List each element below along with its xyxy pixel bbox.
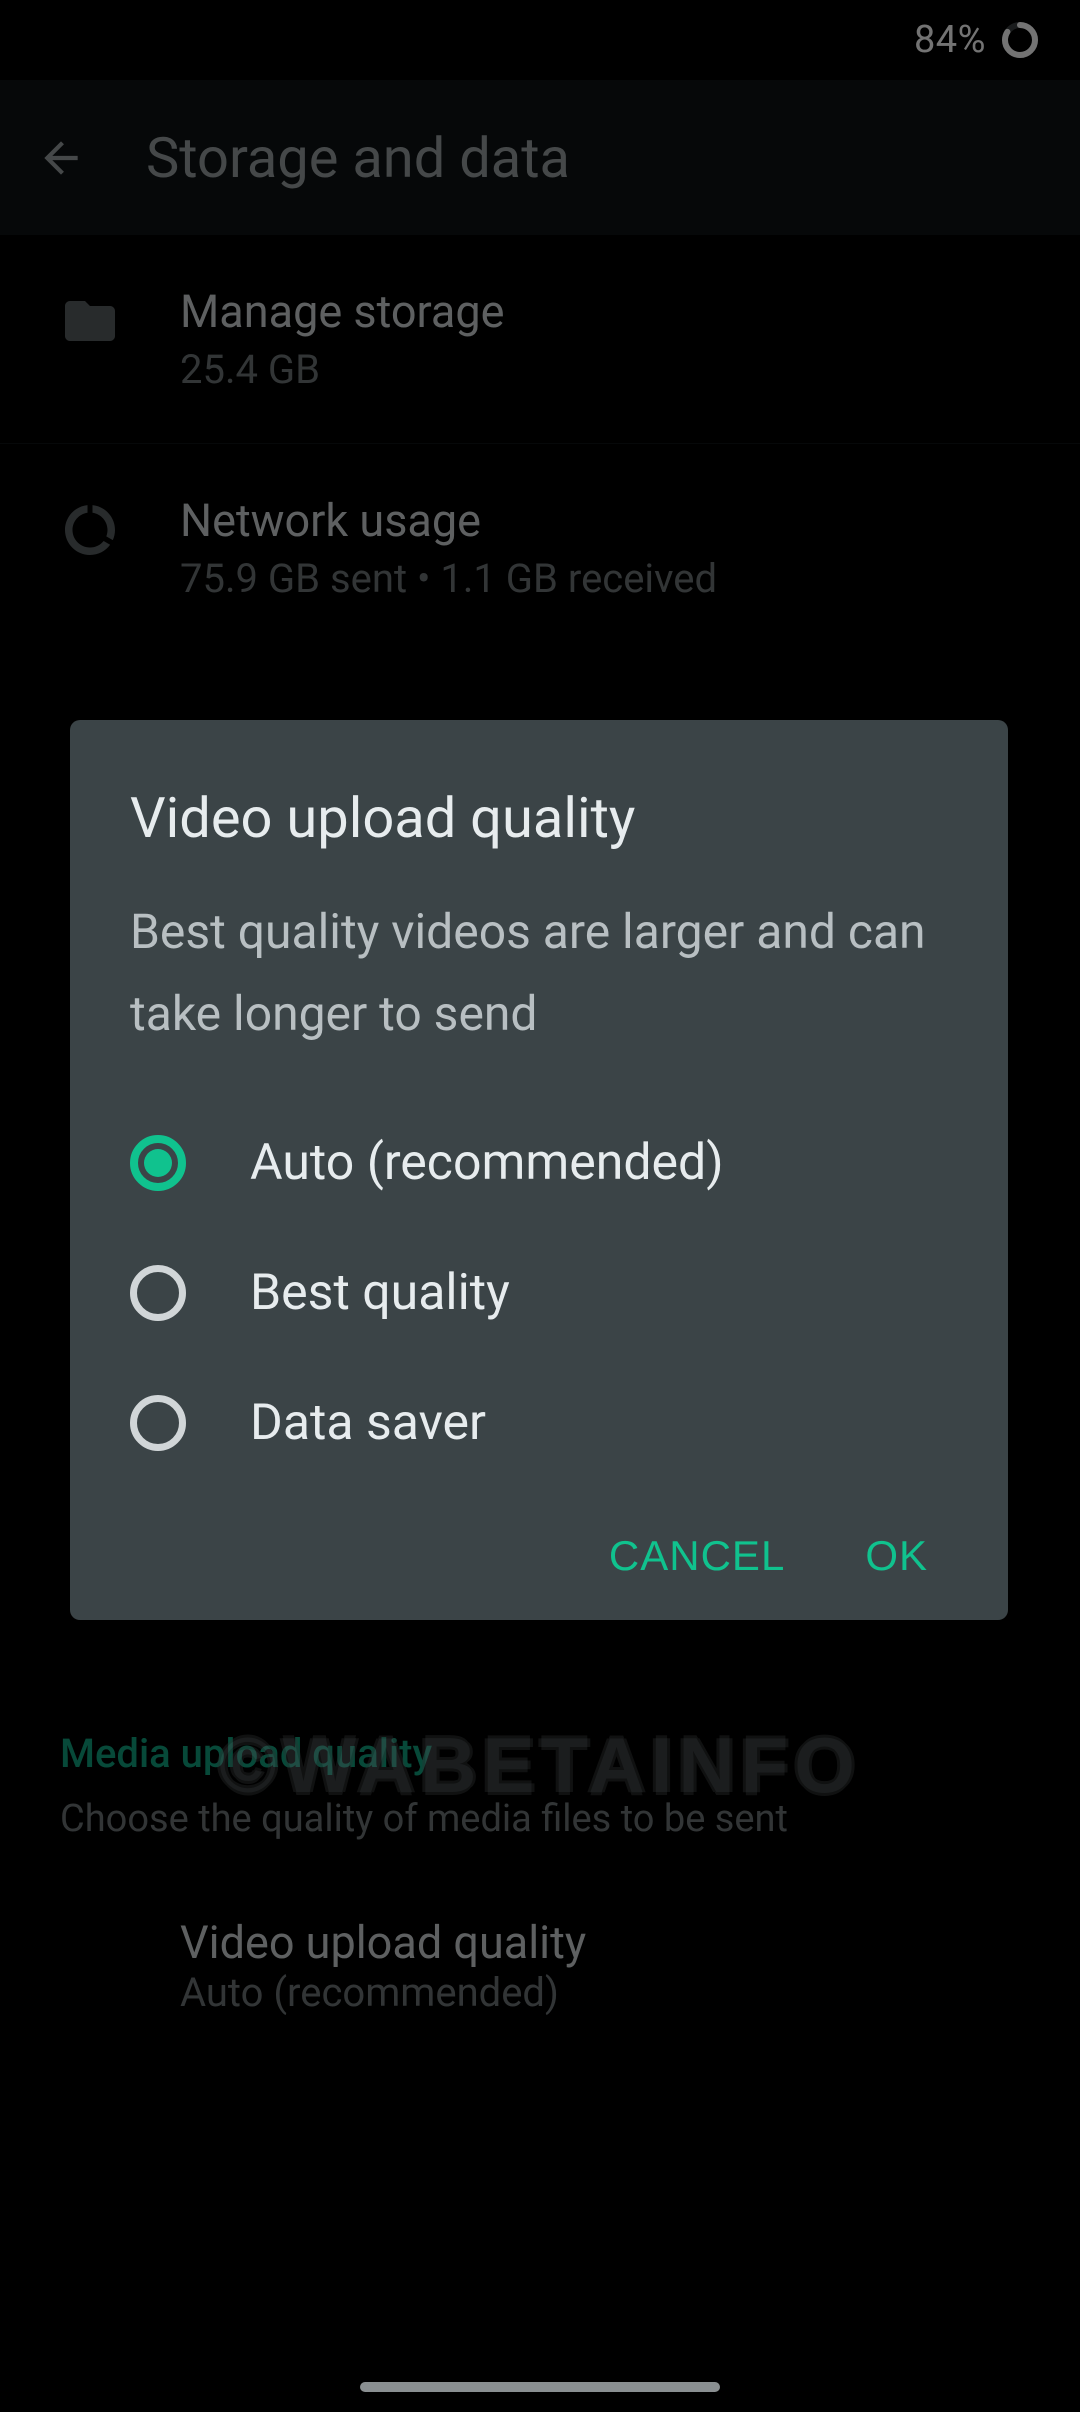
radio-option-auto[interactable]: Auto (recommended)	[130, 1134, 948, 1192]
radio-icon	[130, 1395, 186, 1451]
dialog-actions: CANCEL OK	[130, 1532, 948, 1580]
cancel-button[interactable]: CANCEL	[609, 1532, 785, 1580]
radio-label: Auto (recommended)	[250, 1134, 724, 1192]
ok-button[interactable]: OK	[865, 1532, 928, 1580]
radio-icon	[130, 1135, 186, 1191]
radio-icon	[130, 1265, 186, 1321]
radio-option-data-saver[interactable]: Data saver	[130, 1394, 948, 1452]
dialog-description: Best quality videos are larger and can t…	[130, 891, 948, 1054]
video-quality-dialog: Video upload quality Best quality videos…	[70, 720, 1008, 1620]
radio-option-best[interactable]: Best quality	[130, 1264, 948, 1322]
home-indicator[interactable]	[360, 2382, 720, 2392]
dialog-title: Video upload quality	[130, 785, 948, 851]
radio-label: Data saver	[250, 1394, 486, 1452]
radio-group: Auto (recommended) Best quality Data sav…	[130, 1134, 948, 1452]
radio-label: Best quality	[250, 1264, 510, 1322]
